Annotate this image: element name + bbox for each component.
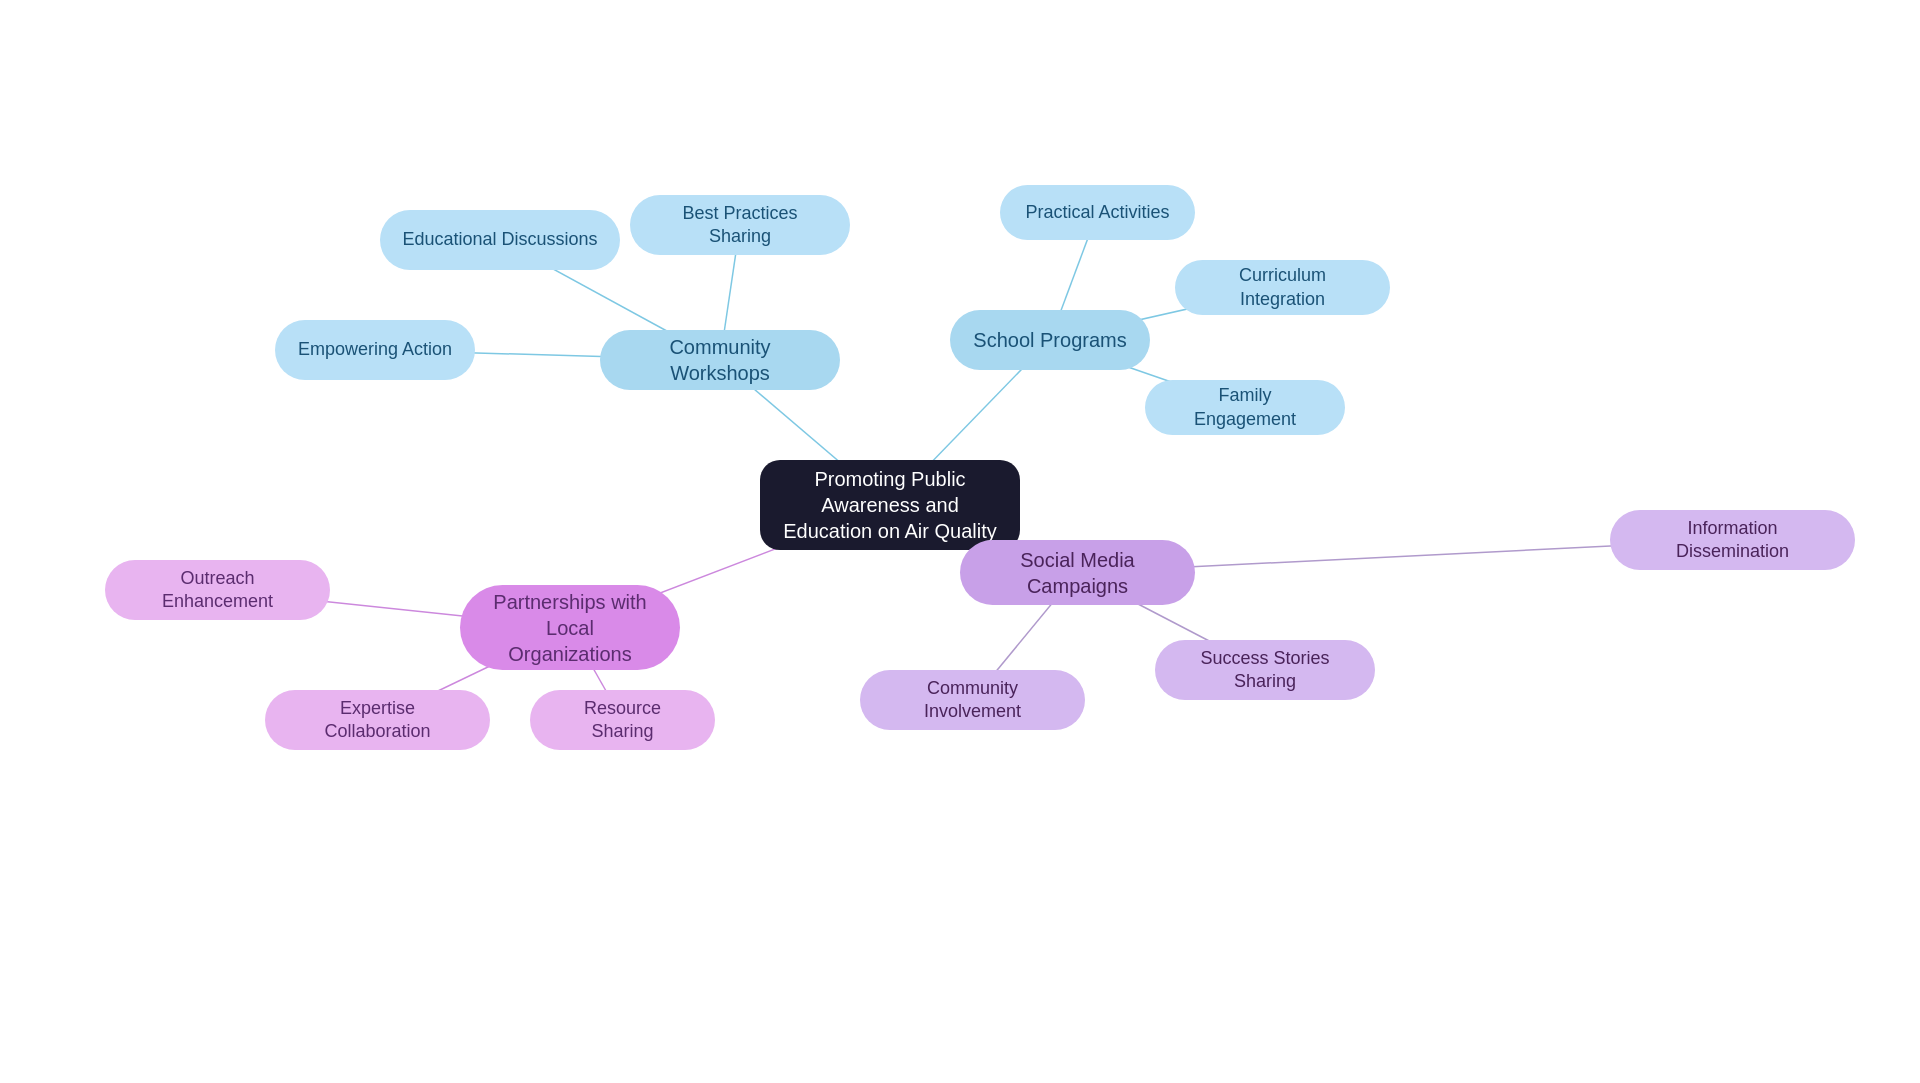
node-outreach_enhancement: Outreach Enhancement bbox=[105, 560, 330, 620]
node-social_media_campaigns: Social Media Campaigns bbox=[960, 540, 1195, 605]
mindmap-container: Promoting Public Awareness and Education… bbox=[0, 0, 1920, 1083]
node-educational_discussions: Educational Discussions bbox=[380, 210, 620, 270]
node-success_stories_sharing: Success Stories Sharing bbox=[1155, 640, 1375, 700]
node-empowering_action: Empowering Action bbox=[275, 320, 475, 380]
node-school_programs: School Programs bbox=[950, 310, 1150, 370]
node-expertise_collaboration: Expertise Collaboration bbox=[265, 690, 490, 750]
node-practical_activities: Practical Activities bbox=[1000, 185, 1195, 240]
node-partnerships: Partnerships with Local Organizations bbox=[460, 585, 680, 670]
center-node: Promoting Public Awareness and Education… bbox=[760, 460, 1020, 550]
node-information_dissemination: Information Dissemination bbox=[1610, 510, 1855, 570]
node-community_involvement: Community Involvement bbox=[860, 670, 1085, 730]
node-community_workshops: Community Workshops bbox=[600, 330, 840, 390]
node-resource_sharing: Resource Sharing bbox=[530, 690, 715, 750]
node-curriculum_integration: Curriculum Integration bbox=[1175, 260, 1390, 315]
node-family_engagement: Family Engagement bbox=[1145, 380, 1345, 435]
node-best_practices_sharing: Best Practices Sharing bbox=[630, 195, 850, 255]
